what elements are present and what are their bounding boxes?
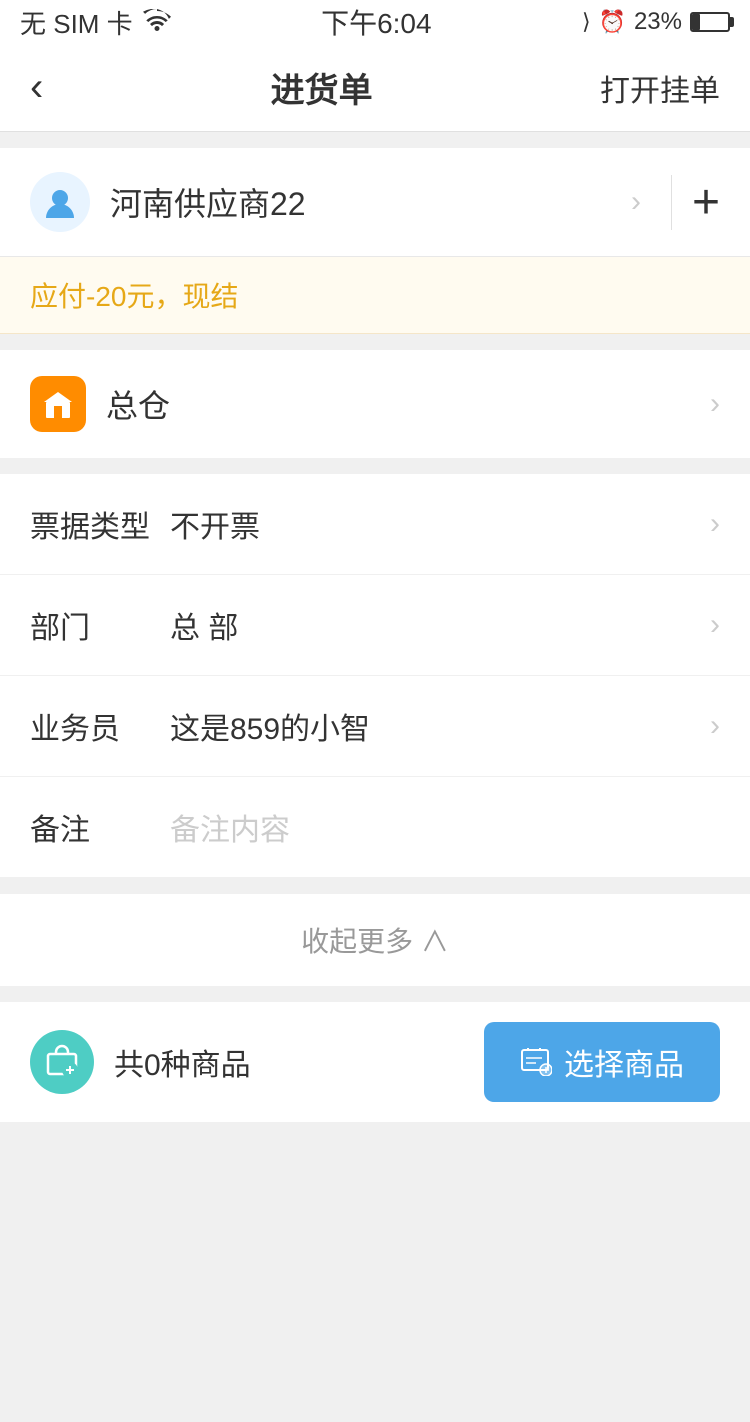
gray-area xyxy=(0,1122,750,1422)
supplier-chevron-icon: › xyxy=(631,185,641,219)
alarm-icon: ⏰ xyxy=(599,9,626,35)
status-bar: 无 SIM 卡 下午6:04 ⟩ ⏰ 23% xyxy=(0,0,750,44)
warehouse-row[interactable]: 总仓 › xyxy=(0,350,750,458)
ticket-type-row[interactable]: 票据类型 不开票 › xyxy=(0,474,750,575)
salesperson-label: 业务员 xyxy=(30,704,150,748)
main-content: 河南供应商22 › + 应付-20元，现结 总仓 › 票据类型 不开票 xyxy=(0,148,750,1422)
department-chevron-icon: › xyxy=(710,608,720,642)
warehouse-icon xyxy=(30,376,86,432)
ticket-type-value: 不开票 xyxy=(150,502,710,546)
notice-banner: 应付-20元，现结 xyxy=(0,257,750,334)
product-icon-wrap xyxy=(30,1030,94,1094)
ticket-type-label: 票据类型 xyxy=(30,502,150,546)
department-row[interactable]: 部门 总 部 › xyxy=(0,575,750,676)
department-value: 总 部 xyxy=(150,603,710,647)
supplier-avatar xyxy=(30,172,90,232)
salesperson-row[interactable]: 业务员 这是859的小智 › xyxy=(0,676,750,777)
note-row[interactable]: 备注 备注内容 xyxy=(0,777,750,877)
nav-bar: ‹ 进货单 打开挂单 xyxy=(0,44,750,132)
status-right: ⟩ ⏰ 23% xyxy=(582,8,730,36)
note-label: 备注 xyxy=(30,805,150,849)
battery-text: 23% xyxy=(634,8,682,36)
supplier-name: 河南供应商22 xyxy=(110,179,631,225)
location-icon: ⟩ xyxy=(582,9,591,35)
product-count-label: 共0种商品 xyxy=(114,1040,464,1084)
battery-icon xyxy=(690,12,730,32)
form-section: 票据类型 不开票 › 部门 总 部 › 业务员 这是859的小智 › 备注 备注… xyxy=(0,474,750,877)
page-title: 进货单 xyxy=(271,63,373,112)
add-supplier-button[interactable]: + xyxy=(671,175,720,230)
ticket-type-chevron-icon: › xyxy=(710,507,720,541)
back-button[interactable]: ‹ xyxy=(30,65,43,110)
bottom-bar: 共0种商品 选择商品 xyxy=(0,1002,750,1122)
wifi-icon xyxy=(143,7,171,38)
supplier-card: 河南供应商22 › + 应付-20元，现结 xyxy=(0,148,750,334)
status-time: 下午6:04 xyxy=(321,2,432,42)
collapse-row[interactable]: 收起更多 ∧ xyxy=(0,893,750,986)
warehouse-chevron-icon: › xyxy=(710,387,720,421)
salesperson-chevron-icon: › xyxy=(710,709,720,743)
collapse-label: 收起更多 ∧ xyxy=(301,920,449,960)
note-value[interactable]: 备注内容 xyxy=(150,805,720,849)
open-pending-button[interactable]: 打开挂单 xyxy=(600,66,720,110)
department-label: 部门 xyxy=(30,603,150,647)
warehouse-name: 总仓 xyxy=(106,381,710,427)
carrier-text: 无 SIM 卡 xyxy=(20,4,133,41)
warehouse-card[interactable]: 总仓 › xyxy=(0,350,750,458)
select-product-button[interactable]: 选择商品 xyxy=(484,1022,720,1102)
status-left: 无 SIM 卡 xyxy=(20,4,171,41)
supplier-row[interactable]: 河南供应商22 › + xyxy=(0,148,750,257)
notice-text: 应付-20元，现结 xyxy=(30,281,238,312)
salesperson-value: 这是859的小智 xyxy=(150,704,710,748)
select-product-label: 选择商品 xyxy=(564,1040,684,1084)
